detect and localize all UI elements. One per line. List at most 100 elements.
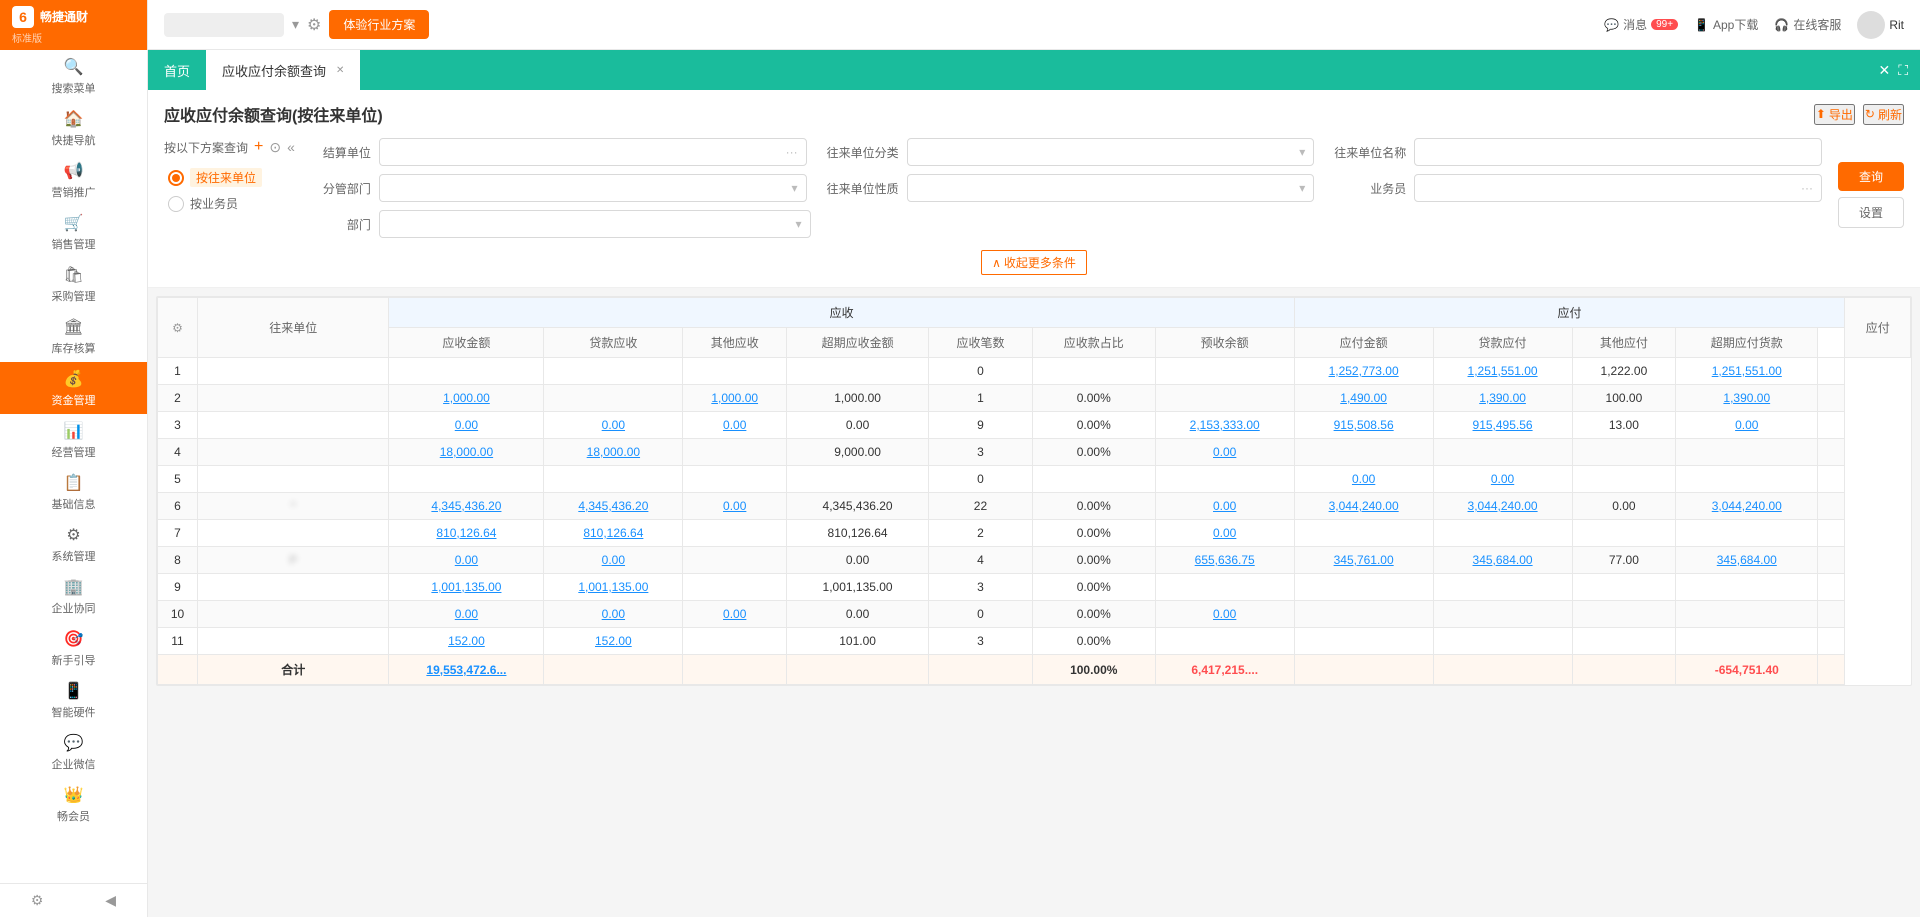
table-cell[interactable]: 0.00 bbox=[1155, 439, 1294, 466]
logo-name: 畅捷通财 bbox=[40, 8, 88, 25]
table-cell bbox=[1433, 439, 1572, 466]
table-cell[interactable]: 0.00 bbox=[1676, 412, 1818, 439]
topbar-app-download[interactable]: 📱 App下载 bbox=[1694, 16, 1758, 33]
dept-field[interactable]: ▾ bbox=[379, 210, 811, 238]
basic-info-icon: 📋 bbox=[64, 473, 84, 493]
refresh-btn[interactable]: ↻ 刷新 bbox=[1863, 104, 1904, 125]
table-cell[interactable]: 0.00 bbox=[1294, 466, 1433, 493]
export-btn[interactable]: ⬆ 导出 bbox=[1814, 104, 1855, 125]
topbar-user[interactable]: Rit bbox=[1857, 11, 1904, 39]
sidebar-item-wechat[interactable]: 💬 企业微信 bbox=[0, 726, 147, 778]
table-cell[interactable]: 1,252,773.00 bbox=[1294, 358, 1433, 385]
sidebar-item-enterprise[interactable]: 🏢 企业协同 bbox=[0, 570, 147, 622]
topbar-dropdown-icon[interactable]: ▾ bbox=[292, 16, 299, 33]
table-cell[interactable]: 1,001,135.00 bbox=[389, 574, 544, 601]
table-cell[interactable]: 345,684.00 bbox=[1433, 547, 1572, 574]
table-cell[interactable]: 1,000.00 bbox=[389, 385, 544, 412]
category-field[interactable]: ▾ bbox=[907, 138, 1315, 166]
table-cell[interactable]: 3,044,240.00 bbox=[1294, 493, 1433, 520]
table-cell[interactable]: 915,495.56 bbox=[1433, 412, 1572, 439]
table-cell[interactable]: 0.00 bbox=[389, 547, 544, 574]
sidebar-item-marketing[interactable]: 📢 营销推广 bbox=[0, 154, 147, 206]
sidebar-collapse-btn[interactable]: ◀ bbox=[105, 892, 116, 909]
table-cell[interactable]: 1,390.00 bbox=[1433, 385, 1572, 412]
scheme-settings-btn[interactable]: ⊙ bbox=[269, 139, 281, 156]
table-cell[interactable]: 0.00 bbox=[1155, 520, 1294, 547]
table-cell[interactable]: 1,001,135.00 bbox=[544, 574, 683, 601]
table-cell[interactable]: 1,251,551.00 bbox=[1433, 358, 1572, 385]
table-cell[interactable]: 3,044,240.00 bbox=[1676, 493, 1818, 520]
table-cell[interactable]: 18,000.00 bbox=[389, 439, 544, 466]
sidebar-item-inventory[interactable]: 🏛 库存核算 bbox=[0, 310, 147, 362]
table-cell[interactable]: 1,390.00 bbox=[1676, 385, 1818, 412]
scheme-item-unit[interactable]: 按往来单位 bbox=[168, 164, 295, 191]
sidebar-item-basic-info[interactable]: 📋 基础信息 bbox=[0, 466, 147, 518]
sidebar-settings-btn[interactable]: ⚙ bbox=[31, 892, 44, 909]
sidebar-item-purchase[interactable]: 🛍 采购管理 bbox=[0, 258, 147, 310]
jiesuan-field[interactable]: ··· bbox=[379, 138, 807, 166]
service-icon: 🎧 bbox=[1774, 18, 1789, 32]
sidebar-item-finance[interactable]: 💰 资金管理 bbox=[0, 362, 147, 414]
table-cell[interactable]: 0.00 bbox=[389, 412, 544, 439]
sidebar-item-system[interactable]: ⚙ 系统管理 bbox=[0, 518, 147, 570]
table-cell[interactable]: 0.00 bbox=[683, 493, 787, 520]
collapse-btn[interactable]: ∧ 收起更多条件 bbox=[981, 250, 1087, 275]
table-cell[interactable]: 0.00 bbox=[1433, 466, 1572, 493]
name-field[interactable] bbox=[1414, 138, 1822, 166]
tabbar-expand-btn[interactable]: ⛶ bbox=[1898, 62, 1908, 79]
scheme-add-btn[interactable]: + bbox=[254, 138, 263, 156]
table-cell[interactable]: 810,126.64 bbox=[389, 520, 544, 547]
nature-field[interactable]: ▾ bbox=[907, 174, 1315, 202]
table-cell[interactable]: 0.00 bbox=[1155, 601, 1294, 628]
sidebar-item-sales[interactable]: 🛒 销售管理 bbox=[0, 206, 147, 258]
table-cell[interactable]: 4,345,436.20 bbox=[389, 493, 544, 520]
table-cell[interactable]: 0.00 bbox=[683, 412, 787, 439]
sidebar-item-newbie[interactable]: 🎯 新手引导 bbox=[0, 622, 147, 674]
fen-dept-field[interactable]: ▾ bbox=[379, 174, 807, 202]
scheme-collapse-btn[interactable]: « bbox=[287, 139, 295, 155]
table-cell[interactable]: 1,000.00 bbox=[683, 385, 787, 412]
sidebar-item-operation[interactable]: 📊 经营管理 bbox=[0, 414, 147, 466]
table-cell[interactable]: 18,000.00 bbox=[544, 439, 683, 466]
table-cell[interactable]: 152.00 bbox=[389, 628, 544, 655]
table-cell[interactable]: 0.00 bbox=[544, 547, 683, 574]
table-cell[interactable]: 0.00 bbox=[544, 601, 683, 628]
tab-ar-ap[interactable]: 应收应付余额查询 ✕ bbox=[206, 50, 360, 90]
tabbar-close-btn[interactable]: ✕ bbox=[1878, 62, 1890, 79]
table-cell[interactable]: 152.00 bbox=[544, 628, 683, 655]
table-cell[interactable]: 655,636.75 bbox=[1155, 547, 1294, 574]
table-cell[interactable]: 345,761.00 bbox=[1294, 547, 1433, 574]
table-cell[interactable]: 345,684.00 bbox=[1676, 547, 1818, 574]
table-cell: 3 bbox=[929, 574, 1033, 601]
table-cell[interactable]: 0.00 bbox=[389, 601, 544, 628]
table-cell[interactable]: 0.00 bbox=[544, 412, 683, 439]
table-cell[interactable]: 3,044,240.00 bbox=[1433, 493, 1572, 520]
salesperson-field[interactable]: ··· bbox=[1414, 174, 1822, 202]
topbar-solution-btn[interactable]: 体验行业方案 bbox=[329, 10, 429, 39]
tab-home[interactable]: 首页 bbox=[148, 50, 206, 90]
scheme-item-sales[interactable]: 按业务员 bbox=[168, 191, 295, 216]
table-cell[interactable]: 0.00 bbox=[1155, 493, 1294, 520]
sidebar-item-search-menu[interactable]: 🔍 搜索菜单 bbox=[0, 50, 147, 102]
table-cell[interactable]: 810,126.64 bbox=[544, 520, 683, 547]
table-cell[interactable]: 1,490.00 bbox=[1294, 385, 1433, 412]
th-ar-ratio: 应收款占比 bbox=[1032, 328, 1155, 358]
query-btn[interactable]: 查询 bbox=[1838, 162, 1904, 191]
tab-close-btn[interactable]: ✕ bbox=[336, 65, 344, 76]
topbar-gear-btn[interactable]: ⚙ bbox=[307, 15, 321, 35]
sidebar-item-quick-nav[interactable]: 🏠 快捷导航 bbox=[0, 102, 147, 154]
footer-ap-overdue: -654,751.40 bbox=[1676, 655, 1818, 685]
sidebar-item-smart-hardware[interactable]: 📱 智能硬件 bbox=[0, 674, 147, 726]
footer-ar-amount[interactable]: 19,553,472.6... bbox=[389, 655, 544, 685]
search-area: 按以下方案查询 + ⊙ « 按往来单位 按业务员 bbox=[148, 126, 1920, 288]
table-cell[interactable]: 915,508.56 bbox=[1294, 412, 1433, 439]
table-cell[interactable]: 1,251,551.00 bbox=[1676, 358, 1818, 385]
table-cell[interactable]: 0.00 bbox=[683, 601, 787, 628]
setting-btn[interactable]: 设置 bbox=[1838, 197, 1904, 228]
table-cell[interactable]: 4,345,436.20 bbox=[544, 493, 683, 520]
table-cell[interactable]: 2,153,333.00 bbox=[1155, 412, 1294, 439]
topbar-message[interactable]: 💬 消息 99+ bbox=[1604, 16, 1678, 33]
topbar-online-service[interactable]: 🎧 在线客服 bbox=[1774, 16, 1841, 33]
sidebar-item-vip[interactable]: 👑 畅会员 bbox=[0, 778, 147, 830]
table-settings-icon[interactable]: ⚙ bbox=[168, 318, 188, 338]
